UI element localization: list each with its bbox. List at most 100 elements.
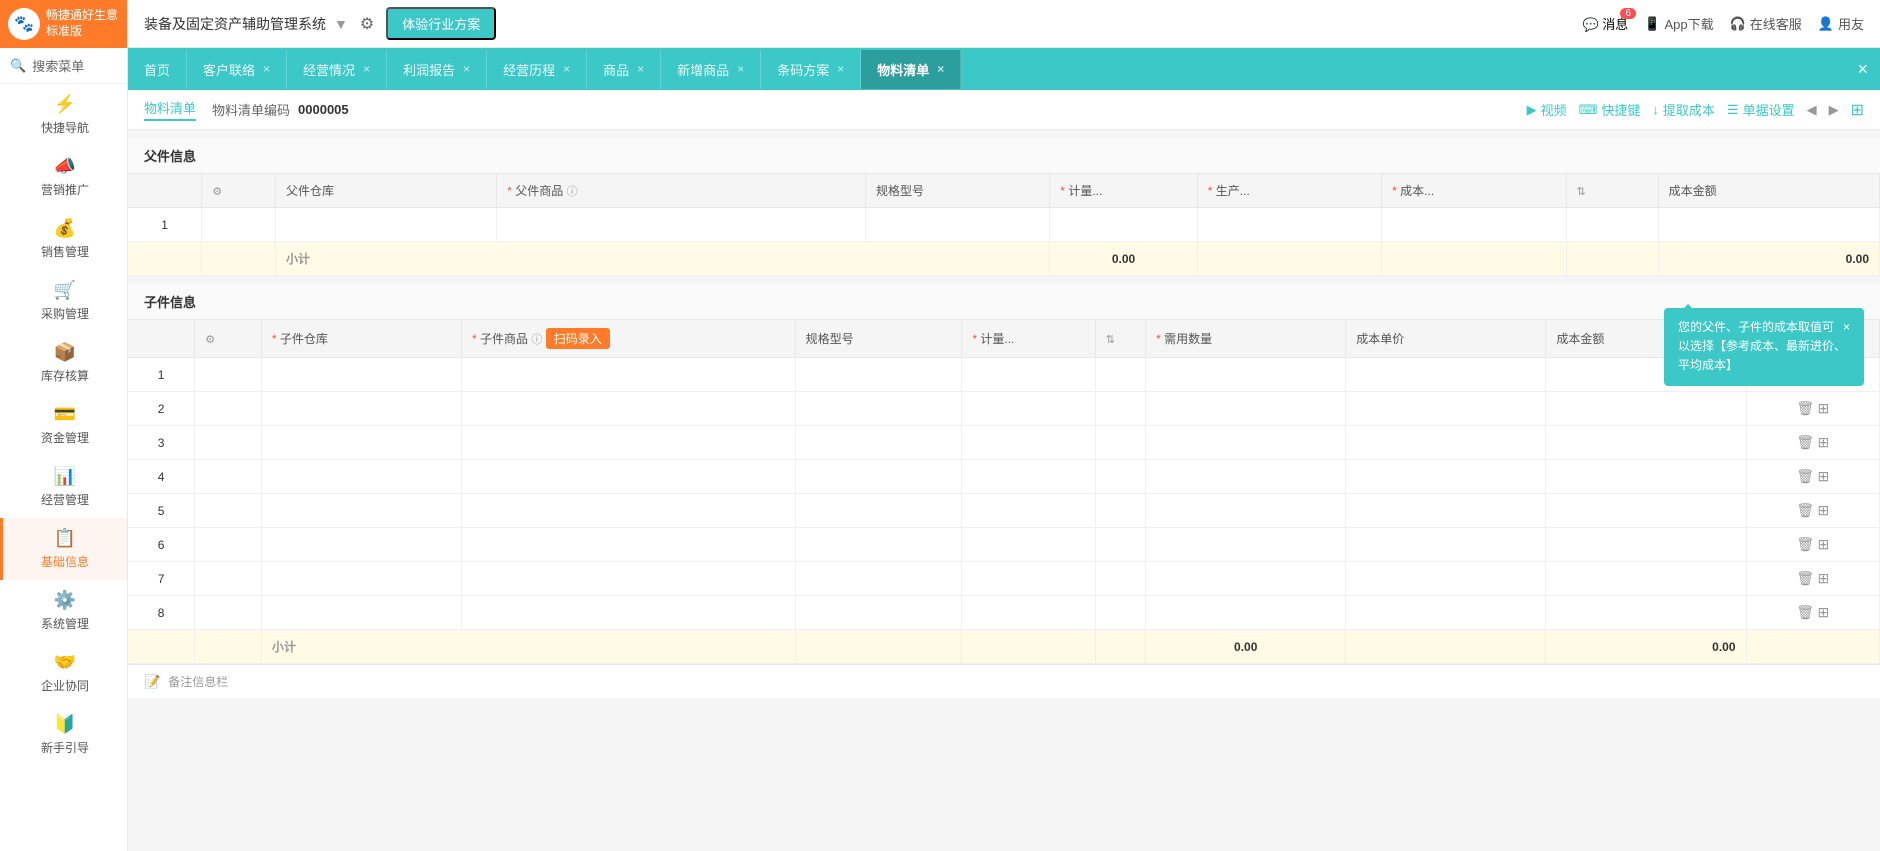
child-cell-warehouse-6[interactable]	[261, 528, 461, 562]
child-cell-needed-1[interactable]	[1146, 358, 1346, 392]
copy-icon-4[interactable]: ⊞	[1817, 468, 1829, 484]
nav-next-icon[interactable]: ▶	[1829, 102, 1839, 118]
tab-close-products[interactable]: ×	[637, 62, 644, 76]
sidebar-item-enterprise[interactable]: 🤝 企业协同	[0, 642, 127, 704]
child-cell-warehouse-1[interactable]	[261, 358, 461, 392]
child-cell-warehouse-7[interactable]	[261, 562, 461, 596]
delete-icon-8[interactable]: 🗑	[1796, 604, 1814, 620]
sidebar-item-marketing[interactable]: 📣 营销推广	[0, 146, 127, 208]
copy-icon-5[interactable]: ⊞	[1817, 502, 1829, 518]
parent-cell-cost-1[interactable]	[1382, 208, 1566, 242]
tab-customer[interactable]: 客户联络 ×	[187, 50, 287, 89]
sidebar-item-sales[interactable]: 💰 销售管理	[0, 208, 127, 270]
parent-cell-spec-1[interactable]	[865, 208, 1049, 242]
view-video-btn[interactable]: ▶ 视频	[1527, 100, 1567, 119]
child-cell-unit-1[interactable]	[962, 358, 1095, 392]
tab-new-products[interactable]: 新增商品 ×	[661, 50, 761, 89]
child-cell-product-3[interactable]	[462, 426, 796, 460]
parent-th-settings[interactable]: ⚙	[202, 174, 276, 208]
child-cell-warehouse-2[interactable]	[261, 392, 461, 426]
delete-icon-4[interactable]: 🗑	[1796, 468, 1814, 484]
delete-icon-5[interactable]: 🗑	[1796, 502, 1814, 518]
child-cell-unit-3[interactable]	[962, 426, 1095, 460]
tab-bom[interactable]: 物料清单 ×	[861, 50, 961, 89]
extract-cost-btn[interactable]: ↓ 提取成本	[1652, 100, 1715, 119]
child-cell-unit-8[interactable]	[962, 596, 1095, 630]
tab-home[interactable]: 首页	[128, 50, 187, 89]
child-cell-unitcost-5[interactable]	[1346, 494, 1546, 528]
child-cell-product-6[interactable]	[462, 528, 796, 562]
child-cell-needed-2[interactable]	[1146, 392, 1346, 426]
search-menu[interactable]: 🔍 搜索菜单	[0, 48, 127, 84]
sidebar-item-inventory[interactable]: 📦 库存核算	[0, 332, 127, 394]
child-cell-unit-6[interactable]	[962, 528, 1095, 562]
child-cell-spec-8[interactable]	[795, 596, 962, 630]
copy-icon-3[interactable]: ⊞	[1817, 434, 1829, 450]
tab-close-operations[interactable]: ×	[363, 62, 370, 76]
sidebar-item-system[interactable]: ⚙️ 系统管理	[0, 580, 127, 642]
child-cell-needed-3[interactable]	[1146, 426, 1346, 460]
nav-prev-icon[interactable]: ◀	[1807, 102, 1817, 118]
child-cell-needed-7[interactable]	[1146, 562, 1346, 596]
page-tab-bom[interactable]: 物料清单	[144, 98, 196, 121]
sidebar-item-guide[interactable]: 🔰 新手引导	[0, 704, 127, 766]
parent-cell-warehouse-1[interactable]	[275, 208, 496, 242]
delete-icon-2[interactable]: 🗑	[1796, 400, 1814, 416]
child-cell-needed-6[interactable]	[1146, 528, 1346, 562]
parent-cell-produce-1[interactable]	[1197, 208, 1381, 242]
sidebar-item-finance[interactable]: 💳 资金管理	[0, 394, 127, 456]
child-cell-spec-7[interactable]	[795, 562, 962, 596]
child-cell-spec-1[interactable]	[795, 358, 962, 392]
single-settings-btn[interactable]: ☰ 单据设置	[1727, 100, 1795, 119]
child-cell-needed-5[interactable]	[1146, 494, 1346, 528]
tab-close-profit[interactable]: ×	[463, 62, 470, 76]
tab-close-bom[interactable]: ×	[937, 62, 944, 76]
tab-profit[interactable]: 利润报告 ×	[387, 50, 487, 89]
child-cell-unitcost-7[interactable]	[1346, 562, 1546, 596]
child-cell-unit-4[interactable]	[962, 460, 1095, 494]
copy-icon-6[interactable]: ⊞	[1817, 536, 1829, 552]
child-product-info-icon[interactable]: ⓘ	[531, 334, 542, 346]
user-menu[interactable]: 👤 用友	[1818, 14, 1864, 33]
child-cell-product-5[interactable]	[462, 494, 796, 528]
sidebar-item-quick-nav[interactable]: ⚡ 快捷导航	[0, 84, 127, 146]
child-cell-warehouse-3[interactable]	[261, 426, 461, 460]
delete-icon-3[interactable]: 🗑	[1796, 434, 1814, 450]
delete-icon-7[interactable]: 🗑	[1796, 570, 1814, 586]
child-cell-warehouse-8[interactable]	[261, 596, 461, 630]
tab-history[interactable]: 经营历程 ×	[487, 50, 587, 89]
sidebar-item-operations[interactable]: 📊 经营管理	[0, 456, 127, 518]
dropdown-arrow-icon[interactable]: ▼	[334, 16, 348, 32]
tab-products[interactable]: 商品 ×	[587, 50, 661, 89]
scan-input-btn[interactable]: 扫码录入	[546, 328, 610, 349]
child-cell-unitcost-3[interactable]	[1346, 426, 1546, 460]
tab-close-barcode[interactable]: ×	[837, 62, 844, 76]
child-cell-warehouse-5[interactable]	[261, 494, 461, 528]
child-th-settings[interactable]: ⚙	[195, 320, 262, 358]
child-cell-unitcost-6[interactable]	[1346, 528, 1546, 562]
child-cell-spec-3[interactable]	[795, 426, 962, 460]
close-all-tabs[interactable]: ×	[1845, 59, 1880, 80]
child-cell-needed-8[interactable]	[1146, 596, 1346, 630]
online-service-link[interactable]: 🎧 在线客服	[1730, 14, 1802, 33]
parent-cell-product-1[interactable]	[497, 208, 866, 242]
sidebar-item-basic-info[interactable]: 📋 基础信息	[0, 518, 127, 580]
child-cell-unit-5[interactable]	[962, 494, 1095, 528]
tab-barcode[interactable]: 条码方案 ×	[761, 50, 861, 89]
child-cell-unitcost-4[interactable]	[1346, 460, 1546, 494]
product-info-icon[interactable]: ⓘ	[567, 186, 578, 198]
tab-close-customer[interactable]: ×	[263, 62, 270, 76]
child-cell-product-8[interactable]	[462, 596, 796, 630]
copy-icon-2[interactable]: ⊞	[1817, 400, 1829, 416]
child-cell-unitcost-2[interactable]	[1346, 392, 1546, 426]
child-cell-product-7[interactable]	[462, 562, 796, 596]
child-cell-unitcost-8[interactable]	[1346, 596, 1546, 630]
tab-operations[interactable]: 经营情况 ×	[287, 50, 387, 89]
grid-view-icon[interactable]: ⊞	[1851, 100, 1864, 120]
app-download-link[interactable]: 📱 App下载	[1644, 14, 1713, 33]
sidebar-item-purchase[interactable]: 🛒 采购管理	[0, 270, 127, 332]
child-cell-unitcost-1[interactable]	[1346, 358, 1546, 392]
settings-icon[interactable]: ⚙	[360, 14, 374, 34]
child-cell-product-2[interactable]	[462, 392, 796, 426]
copy-icon-8[interactable]: ⊞	[1817, 604, 1829, 620]
